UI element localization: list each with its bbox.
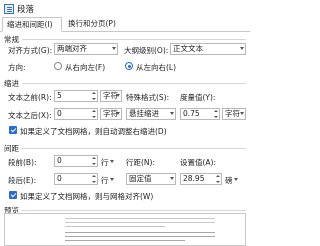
auto-right-indent-label[interactable]: 如果定义了文档网格，则自动调整右缩进(D): [20, 126, 167, 137]
special-format-value: 悬挂缩进: [129, 109, 159, 118]
paragraph-dialog-icon: [4, 4, 14, 14]
preview-pane: [4, 213, 246, 246]
general-section-heading: 常规: [4, 35, 19, 44]
spin-down-icon[interactable]: [216, 181, 220, 183]
spin-up-icon[interactable]: [216, 175, 220, 177]
indent-divider: [22, 83, 246, 84]
outline-level-label: 大纲级别(O):: [124, 46, 169, 55]
spacing-after-unit: 行: [101, 176, 109, 185]
auto-right-indent-checkbox[interactable]: [9, 126, 17, 134]
spacing-before-input[interactable]: 0: [54, 155, 98, 167]
spacing-before-unit: 行: [101, 158, 109, 167]
outline-level-value: 正文文本: [173, 44, 203, 53]
chevron-down-icon: [240, 47, 244, 50]
setting-value: 28.95: [183, 174, 205, 183]
measure-value: 0.75: [183, 109, 200, 118]
chevron-down-icon[interactable]: [234, 178, 238, 181]
spacing-divider: [22, 148, 246, 149]
outline-level-select[interactable]: 正文文本: [170, 43, 246, 55]
chevron-down-icon: [112, 47, 116, 50]
tab-indent-spacing[interactable]: 缩进和间距(I): [2, 17, 62, 32]
chevron-down-icon: [116, 94, 120, 97]
setting-value-label: 设置值(A):: [180, 158, 217, 167]
spin-down-icon[interactable]: [214, 116, 218, 118]
spin-up-icon[interactable]: [214, 110, 218, 112]
dialog-title: 段落: [17, 5, 35, 15]
indent-before-value: 5: [57, 91, 62, 100]
preview-text-line: [65, 222, 215, 223]
snap-to-grid-checkbox[interactable]: [9, 191, 17, 199]
chevron-down-icon: [170, 177, 174, 180]
spin-up-icon[interactable]: [92, 175, 96, 177]
spin-down-icon[interactable]: [92, 116, 96, 118]
spacing-before-label: 段前(B):: [8, 158, 37, 167]
chevron-down-icon: [116, 112, 120, 115]
preview-text-line: [65, 218, 215, 219]
indent-after-value: 0: [57, 109, 62, 118]
chevron-down-icon: [170, 112, 174, 115]
direction-rtl-label[interactable]: 从右向左(F): [65, 62, 105, 73]
setting-value-input[interactable]: 28.95: [180, 173, 222, 185]
preview-text-line: [65, 240, 185, 241]
direction-label: 方向:: [8, 63, 26, 72]
spacing-section-heading: 间距: [4, 144, 19, 153]
spin-up-icon[interactable]: [92, 110, 96, 112]
spin-up-icon[interactable]: [92, 157, 96, 159]
spacing-after-value: 0: [57, 174, 62, 183]
special-format-label: 特殊格式(S):: [126, 93, 170, 102]
preview-text-line: [65, 226, 165, 227]
measure-label: 度量值(Y):: [180, 93, 216, 102]
indent-before-input[interactable]: 5: [54, 90, 98, 102]
indent-after-unit-select[interactable]: 字符: [100, 108, 122, 120]
indent-section-heading: 缩进: [4, 79, 19, 88]
measure-unit: 字符: [225, 109, 240, 118]
direction-ltr-label[interactable]: 从左向右(L): [136, 62, 176, 73]
snap-to-grid-label[interactable]: 如果定义了文档网格，则与网格对齐(W): [20, 191, 153, 202]
indent-after-input[interactable]: 0: [54, 108, 98, 120]
chevron-down-icon[interactable]: [110, 160, 114, 163]
special-format-select[interactable]: 悬挂缩进: [126, 108, 176, 120]
indent-before-label: 文本之前(R):: [8, 93, 52, 102]
indent-after-label: 文本之后(X):: [8, 111, 52, 120]
alignment-label: 对齐方式(G):: [8, 46, 53, 55]
spacing-after-input[interactable]: 0: [54, 173, 98, 185]
spin-up-icon[interactable]: [92, 92, 96, 94]
dialog-titlebar: 段落: [0, 0, 250, 18]
tab-line-page-breaks[interactable]: 换行和分页(P): [64, 17, 136, 32]
chevron-down-icon[interactable]: [110, 178, 114, 181]
tab-bar: 缩进和间距(I) 换行和分页(P): [0, 17, 250, 32]
measure-unit-select[interactable]: 字符: [222, 108, 246, 120]
preview-divider: [22, 210, 246, 211]
preview-text-line: [65, 236, 215, 237]
preview-text-line: [65, 232, 215, 233]
spacing-after-label: 段后(E):: [8, 176, 37, 185]
general-divider: [22, 39, 246, 40]
alignment-value: 两端对齐: [57, 44, 87, 53]
alignment-select[interactable]: 两端对齐: [54, 43, 118, 55]
line-spacing-value: 固定值: [129, 174, 152, 183]
direction-rtl-radio[interactable]: [54, 62, 62, 70]
line-spacing-select[interactable]: 固定值: [126, 173, 176, 185]
spacing-before-value: 0: [57, 156, 62, 165]
indent-before-unit-select[interactable]: 字符: [100, 90, 122, 102]
measure-input[interactable]: 0.75: [180, 108, 220, 120]
setting-unit: 磅: [225, 176, 233, 185]
spin-down-icon[interactable]: [92, 163, 96, 165]
spin-down-icon[interactable]: [92, 181, 96, 183]
direction-ltr-radio[interactable]: [125, 62, 133, 70]
spin-down-icon[interactable]: [92, 98, 96, 100]
line-spacing-label: 行距(N):: [126, 158, 155, 167]
chevron-down-icon: [240, 112, 244, 115]
